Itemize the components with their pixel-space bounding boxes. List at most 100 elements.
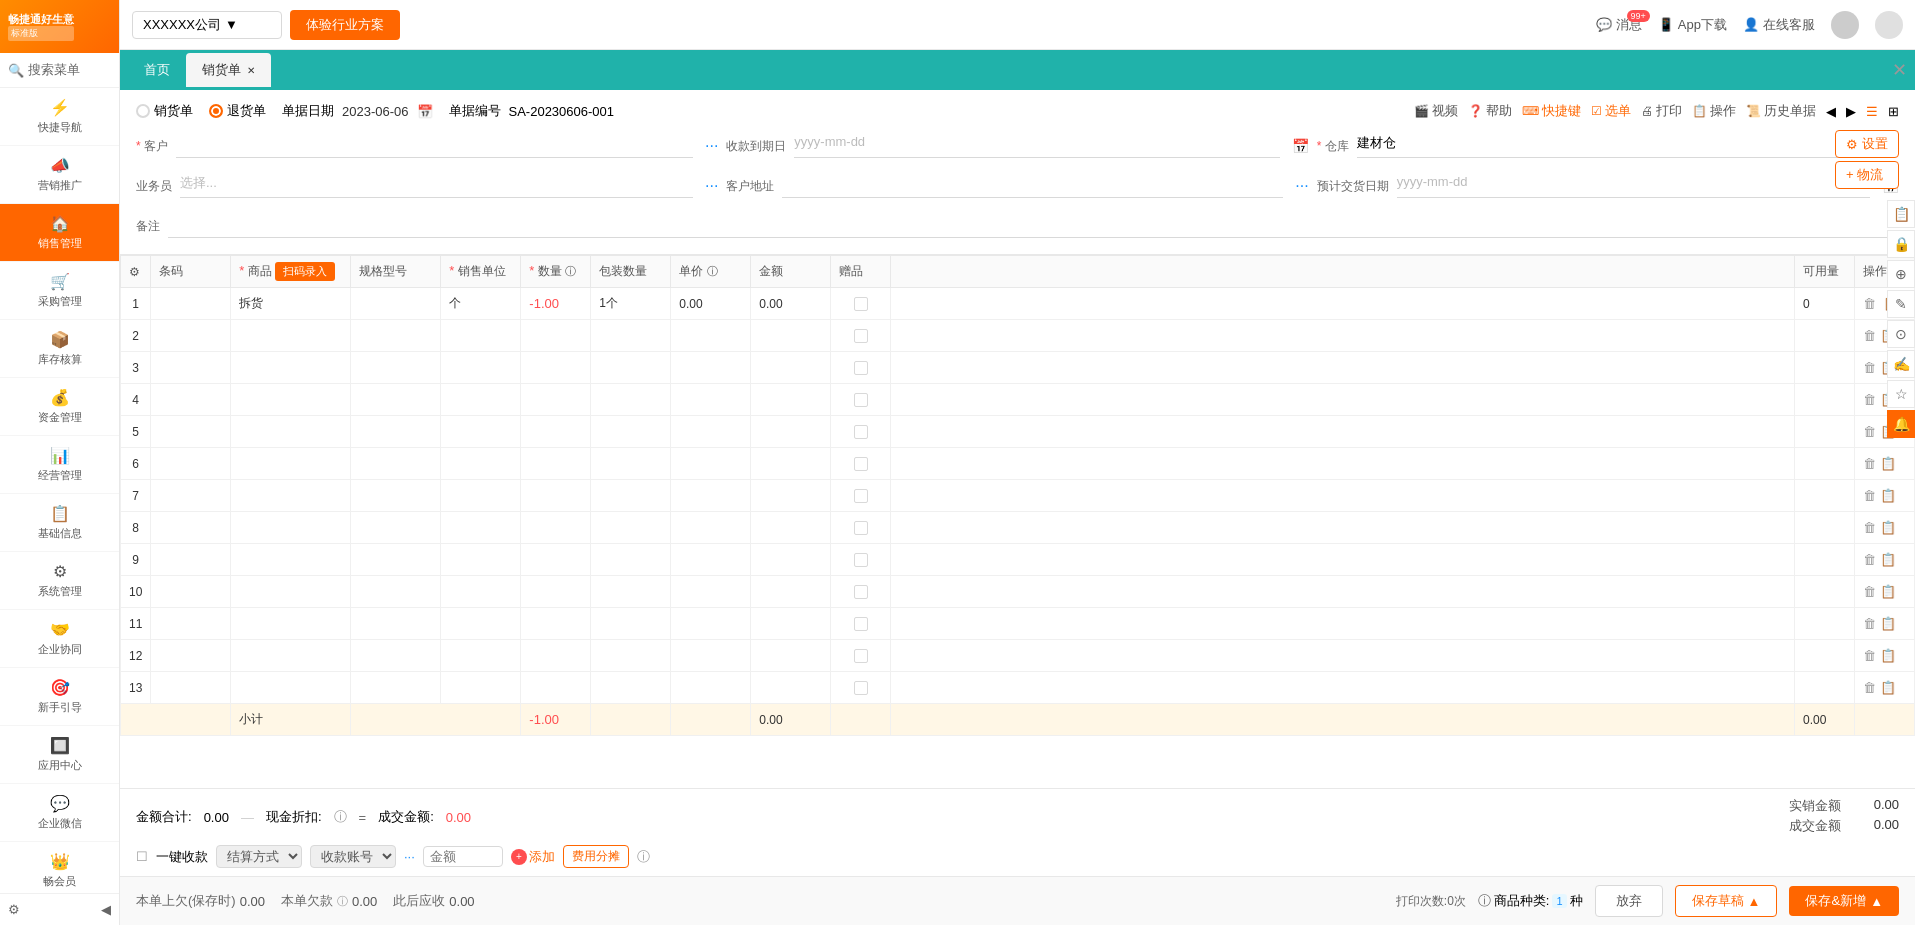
right-sidebar-btn-2[interactable]: 🔒	[1887, 230, 1915, 258]
sidebar-item-purchase[interactable]: 🛒 采购管理	[0, 262, 119, 320]
sidebar-item-finance[interactable]: 💰 资金管理	[0, 378, 119, 436]
delete-icon[interactable]: 🗑	[1863, 648, 1876, 663]
help-btn[interactable]: ❓ 帮助	[1468, 102, 1512, 120]
delete-icon[interactable]: 🗑	[1863, 616, 1876, 631]
row-qty[interactable]: -1.00	[521, 288, 591, 320]
customer-addr-dots[interactable]: ···	[1295, 177, 1308, 195]
copy-icon[interactable]: 📋	[1880, 648, 1896, 663]
delete-icon[interactable]: 🗑	[1863, 424, 1876, 439]
amount-input[interactable]	[423, 846, 503, 867]
sidebar-item-basic[interactable]: 📋 基础信息	[0, 494, 119, 552]
tab-home[interactable]: 首页	[128, 53, 186, 87]
tab-sales-order[interactable]: 销货单 ✕	[186, 53, 271, 87]
operation-btn[interactable]: 📋 操作	[1692, 102, 1736, 120]
row-gift[interactable]	[831, 288, 891, 320]
copy-icon[interactable]: 📋	[1880, 584, 1896, 599]
row-product[interactable]: 拆货	[231, 288, 351, 320]
abandon-button[interactable]: 放弃	[1595, 885, 1663, 917]
right-sidebar-btn-1[interactable]: 📋	[1887, 200, 1915, 228]
copy-icon[interactable]: 📋	[1880, 488, 1896, 503]
scan-button[interactable]: 扫码录入	[275, 262, 335, 281]
collapse-icon[interactable]: ◀	[101, 902, 111, 917]
delete-icon[interactable]: 🗑	[1863, 584, 1876, 599]
sidebar-item-management[interactable]: 📊 经营管理	[0, 436, 119, 494]
account-select[interactable]: 收款账号	[310, 845, 396, 868]
delete-icon[interactable]: 🗑	[1863, 488, 1876, 503]
right-sidebar-btn-6[interactable]: ✍	[1887, 350, 1915, 378]
delete-icon[interactable]: 🗑	[1863, 520, 1876, 535]
avatar2[interactable]	[1875, 11, 1903, 39]
right-sidebar-btn-7[interactable]: ☆	[1887, 380, 1915, 408]
delete-icon[interactable]: 🗑	[1863, 456, 1876, 471]
radio-sales-order[interactable]: 销货单	[136, 102, 193, 120]
pick-btn[interactable]: ☑ 选单	[1591, 102, 1631, 120]
row-spec[interactable]	[351, 288, 441, 320]
sidebar-item-inventory[interactable]: 📦 库存核算	[0, 320, 119, 378]
avatar[interactable]	[1831, 11, 1859, 39]
history-btn[interactable]: 📜 历史单据	[1746, 102, 1816, 120]
next-icon[interactable]: ▶	[1846, 104, 1856, 119]
row-unit[interactable]: 个	[441, 288, 521, 320]
copy-icon[interactable]: 📋	[1880, 552, 1896, 567]
window-close-icon[interactable]: ✕	[1892, 59, 1907, 81]
shortcut-btn[interactable]: ⌨ 快捷键	[1522, 102, 1581, 120]
prev-icon[interactable]: ◀	[1826, 104, 1836, 119]
print-btn[interactable]: 🖨 打印	[1641, 102, 1682, 120]
delete-icon[interactable]: 🗑	[1863, 680, 1876, 695]
view-list-icon[interactable]: ☰	[1866, 104, 1878, 119]
customer-addr-input[interactable]	[782, 174, 1283, 198]
sidebar-item-member[interactable]: 👑 畅会员	[0, 842, 119, 893]
settings-icon[interactable]: ⚙	[8, 902, 20, 917]
trial-button[interactable]: 体验行业方案	[290, 10, 400, 40]
online-service-button[interactable]: 👤 在线客服	[1743, 16, 1815, 34]
message-button[interactable]: 💬 消息 99+	[1596, 16, 1642, 34]
notes-input[interactable]	[168, 214, 1899, 238]
sidebar-item-enterprise[interactable]: 🤝 企业协同	[0, 610, 119, 668]
company-selector[interactable]: XXXXXX公司 ▼	[132, 11, 282, 39]
row-amount[interactable]: 0.00	[751, 288, 831, 320]
delete-icon[interactable]: 🗑	[1863, 552, 1876, 567]
view-grid-icon[interactable]: ⊞	[1888, 104, 1899, 119]
settings-button[interactable]: ⚙ 设置	[1835, 130, 1899, 158]
sidebar-item-marketing[interactable]: 📣 营销推广	[0, 146, 119, 204]
save-draft-button[interactable]: 保存草稿 ▲	[1675, 885, 1778, 917]
row-barcode[interactable]	[151, 288, 231, 320]
right-sidebar-btn-5[interactable]: ⊙	[1887, 320, 1915, 348]
right-sidebar-btn-3[interactable]: ⊕	[1887, 260, 1915, 288]
calc-method-select[interactable]: 结算方式	[216, 845, 302, 868]
account-dots[interactable]: ···	[404, 849, 415, 864]
sidebar-item-quicknav[interactable]: ⚡ 快捷导航	[0, 88, 119, 146]
salesperson-input[interactable]: 选择...	[180, 174, 693, 198]
sidebar-item-guide[interactable]: 🎯 新手引导	[0, 668, 119, 726]
copy-icon[interactable]: 📋	[1880, 680, 1896, 695]
right-sidebar-btn-4[interactable]: ✎	[1887, 290, 1915, 318]
video-btn[interactable]: 🎬 视频	[1414, 102, 1458, 120]
sidebar-search-item[interactable]: 🔍 搜索菜单	[0, 53, 119, 88]
save-new-button[interactable]: 保存&新增 ▲	[1789, 886, 1899, 916]
expected-date-input[interactable]: yyyy-mm-dd	[1397, 174, 1870, 198]
sidebar-item-apps[interactable]: 🔲 应用中心	[0, 726, 119, 784]
app-download-button[interactable]: 📱 App下载	[1658, 16, 1727, 34]
calendar-icon[interactable]: 📅	[417, 104, 433, 119]
salesperson-dots[interactable]: ···	[705, 177, 718, 195]
add-button[interactable]: + 添加	[511, 848, 555, 866]
copy-icon[interactable]: 📋	[1880, 616, 1896, 631]
customer-input[interactable]	[176, 134, 693, 158]
sidebar-item-wechat[interactable]: 💬 企业微信	[0, 784, 119, 842]
row-price[interactable]: 0.00	[671, 288, 751, 320]
payment-calendar-icon[interactable]: 📅	[1292, 138, 1309, 154]
radio-return-order[interactable]: 退货单	[209, 102, 266, 120]
logistics-button[interactable]: + 物流	[1835, 161, 1899, 189]
delete-icon[interactable]: 🗑	[1863, 328, 1876, 343]
th-settings[interactable]: ⚙	[121, 256, 151, 288]
fee-split-button[interactable]: 费用分摊	[563, 845, 629, 868]
warehouse-input[interactable]: 建材仓	[1357, 134, 1874, 158]
right-sidebar-btn-8[interactable]: 🔔	[1887, 410, 1915, 438]
copy-icon[interactable]: 📋	[1880, 456, 1896, 471]
tab-close-icon[interactable]: ✕	[247, 65, 255, 76]
delete-icon[interactable]: 🗑	[1863, 296, 1876, 311]
customer-dots[interactable]: ···	[705, 137, 718, 155]
delete-icon[interactable]: 🗑	[1863, 392, 1876, 407]
copy-icon[interactable]: 📋	[1880, 520, 1896, 535]
one-click-pay-checkbox[interactable]: ☐	[136, 849, 148, 864]
